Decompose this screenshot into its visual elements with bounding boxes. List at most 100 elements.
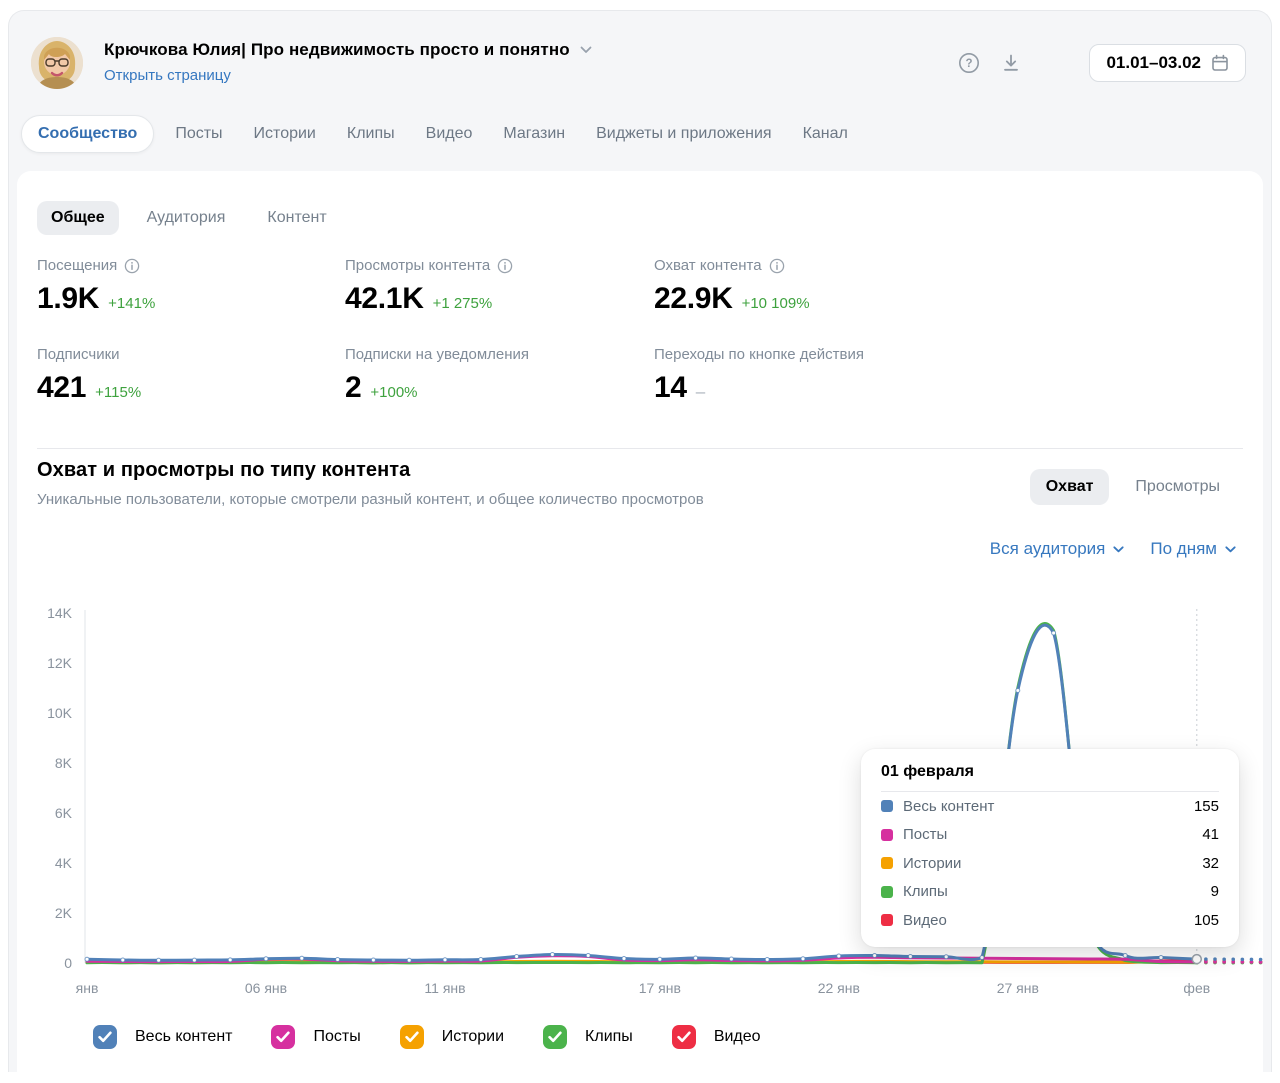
hovered-point[interactable]: [1192, 955, 1201, 964]
data-point[interactable]: [765, 958, 769, 962]
stat-value: 14: [654, 371, 687, 405]
series-value: 155: [1194, 798, 1219, 815]
tab-channel[interactable]: Канал: [793, 116, 858, 152]
toggle-views[interactable]: Просмотры: [1119, 469, 1236, 505]
legend-item-clips[interactable]: Клипы: [543, 1025, 633, 1049]
subtab-audience[interactable]: Аудитория: [133, 201, 240, 235]
period-filter-value: По дням: [1150, 539, 1217, 559]
stat-value: 2: [345, 371, 361, 405]
period-filter-dropdown[interactable]: По дням: [1150, 539, 1236, 559]
checked-checkbox[interactable]: [93, 1025, 117, 1049]
data-point[interactable]: [336, 958, 340, 962]
data-point[interactable]: [479, 958, 483, 962]
community-title-row[interactable]: Крючкова Юлия| Про недвижимость просто и…: [104, 40, 592, 60]
x-axis-label: фев: [1183, 980, 1210, 996]
tooltip-row: Клипы 9: [881, 878, 1219, 907]
tooltip-date: 01 февраля: [881, 763, 1219, 792]
avatar-image: [31, 37, 83, 89]
checked-checkbox[interactable]: [271, 1025, 295, 1049]
data-point[interactable]: [586, 954, 590, 958]
stat-delta: –: [696, 382, 705, 402]
data-point[interactable]: [944, 955, 948, 959]
checked-checkbox[interactable]: [672, 1025, 696, 1049]
help-button[interactable]: ?: [957, 51, 981, 75]
tab-stories[interactable]: Истории: [244, 116, 326, 152]
x-axis-label: 06 янв: [245, 980, 287, 996]
tab-shop[interactable]: Магазин: [493, 116, 575, 152]
y-axis-label: 4K: [55, 855, 73, 871]
tooltip-row: Истории 32: [881, 849, 1219, 878]
data-point[interactable]: [873, 954, 877, 958]
question-icon: ?: [958, 52, 980, 74]
y-axis-label: 10K: [47, 705, 73, 721]
x-axis-label: 11 янв: [424, 980, 465, 996]
info-icon[interactable]: [497, 258, 513, 274]
stat-subscribers: Подписчики 421+115%: [37, 346, 141, 405]
legend-label: Истории: [442, 1028, 504, 1046]
data-point[interactable]: [407, 958, 411, 962]
data-point[interactable]: [157, 958, 161, 962]
subtab-general[interactable]: Общее: [37, 201, 119, 235]
stat-content-views: Просмотры контента 42.1K+1 275%: [345, 257, 513, 316]
x-axis-label: 22 янв: [818, 980, 860, 996]
data-point[interactable]: [85, 957, 89, 961]
toggle-reach[interactable]: Охват: [1030, 469, 1110, 505]
date-range-value: 01.01–03.02: [1106, 53, 1201, 73]
subtab-content[interactable]: Контент: [253, 201, 340, 235]
reach-views-toggle: Охват Просмотры: [1030, 469, 1236, 505]
data-point[interactable]: [1159, 956, 1163, 960]
checked-checkbox[interactable]: [400, 1025, 424, 1049]
tab-posts[interactable]: Посты: [165, 116, 232, 152]
data-point[interactable]: [729, 957, 733, 961]
checked-checkbox[interactable]: [543, 1025, 567, 1049]
data-point[interactable]: [1016, 689, 1020, 693]
data-point[interactable]: [908, 955, 912, 959]
data-point[interactable]: [1052, 631, 1056, 635]
data-point[interactable]: [121, 958, 125, 962]
tooltip-row: Посты 41: [881, 821, 1219, 850]
legend-item-posts[interactable]: Посты: [271, 1025, 360, 1049]
date-range-picker[interactable]: 01.01–03.02: [1089, 44, 1246, 82]
data-point[interactable]: [443, 958, 447, 962]
data-point[interactable]: [264, 957, 268, 961]
data-point[interactable]: [622, 957, 626, 961]
tab-video[interactable]: Видео: [416, 116, 483, 152]
check-icon: [98, 1031, 112, 1043]
sub-tabs: Общее Аудитория Контент: [37, 201, 341, 235]
data-point[interactable]: [371, 958, 375, 962]
data-point[interactable]: [694, 956, 698, 960]
data-point[interactable]: [801, 957, 805, 961]
audience-filter-dropdown[interactable]: Вся аудитория: [990, 539, 1125, 559]
legend-item-all-content[interactable]: Весь контент: [93, 1025, 232, 1049]
legend-item-video[interactable]: Видео: [672, 1025, 761, 1049]
info-icon[interactable]: [769, 258, 785, 274]
series-label: Весь контент: [903, 798, 1184, 815]
data-point[interactable]: [658, 957, 662, 961]
legend-item-stories[interactable]: Истории: [400, 1025, 504, 1049]
y-axis-label: 2K: [55, 905, 73, 921]
data-point[interactable]: [550, 953, 554, 957]
avatar[interactable]: [31, 37, 83, 89]
stat-delta: +10 109%: [742, 295, 810, 312]
tab-community[interactable]: Сообщество: [21, 115, 154, 153]
data-point[interactable]: [837, 954, 841, 958]
data-point[interactable]: [980, 956, 984, 960]
series-swatch: [881, 914, 893, 926]
data-point[interactable]: [515, 955, 519, 959]
tab-widgets-apps[interactable]: Виджеты и приложения: [586, 116, 781, 152]
legend-label: Посты: [313, 1028, 360, 1046]
check-icon: [405, 1031, 419, 1043]
stat-content-reach: Охват контента 22.9K+10 109%: [654, 257, 810, 316]
download-button[interactable]: [999, 51, 1023, 75]
chevron-down-icon: [1225, 546, 1236, 553]
open-page-link[interactable]: Открыть страницу: [104, 67, 231, 84]
data-point[interactable]: [192, 958, 196, 962]
tab-clips[interactable]: Клипы: [337, 116, 405, 152]
info-icon[interactable]: [124, 258, 140, 274]
series-label: Истории: [903, 855, 1192, 872]
data-point[interactable]: [1123, 954, 1127, 958]
data-point[interactable]: [300, 956, 304, 960]
data-point[interactable]: [228, 958, 232, 962]
stat-label: Охват контента: [654, 257, 762, 274]
y-axis-label: 8K: [55, 755, 73, 771]
